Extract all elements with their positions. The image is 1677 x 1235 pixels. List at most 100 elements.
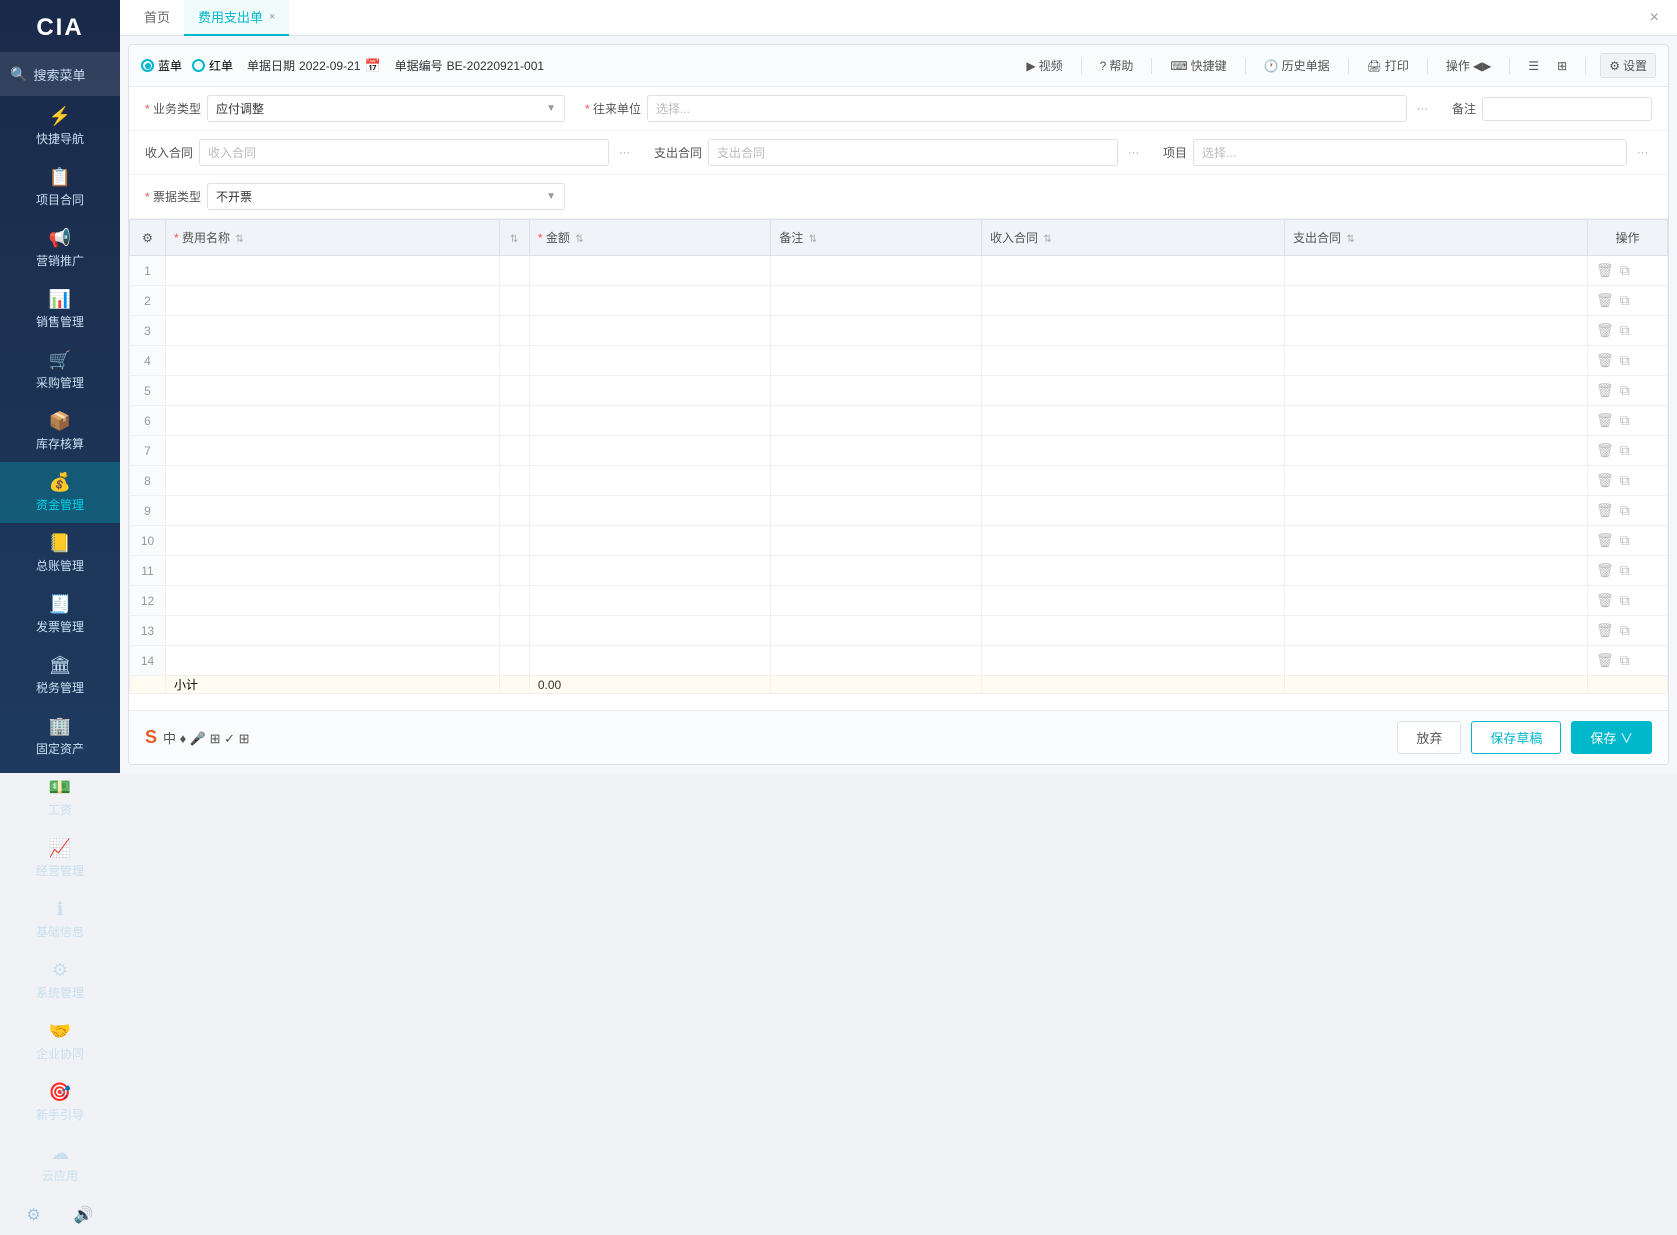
- cell-remark[interactable]: [771, 496, 982, 526]
- cell-expense-name[interactable]: [166, 616, 500, 646]
- sidebar-item-cloud[interactable]: ☁ 云应用: [0, 1133, 120, 1194]
- cell-amount[interactable]: [529, 556, 770, 586]
- sidebar-item-project-contract[interactable]: 📋 项目合同: [0, 157, 120, 218]
- remark-sort-icon[interactable]: ⇅: [809, 234, 817, 245]
- sidebar-item-capital[interactable]: 💰 资金管理: [0, 462, 120, 523]
- cell-expense-name[interactable]: [166, 436, 500, 466]
- copy-row-icon[interactable]: ⧉: [1620, 592, 1630, 609]
- sidebar-item-newbie[interactable]: 🎯 新手引导: [0, 1072, 120, 1133]
- th-settings[interactable]: ⚙: [130, 220, 166, 256]
- cell-remark[interactable]: [771, 376, 982, 406]
- copy-row-icon[interactable]: ⧉: [1620, 622, 1630, 639]
- discard-button[interactable]: 放弃: [1397, 721, 1461, 754]
- cell-amount[interactable]: [529, 616, 770, 646]
- copy-row-icon[interactable]: ⧉: [1620, 652, 1630, 669]
- history-btn[interactable]: 🕐 历史单据: [1260, 55, 1334, 76]
- actions-btn[interactable]: 操作 ◀▶: [1442, 55, 1495, 76]
- cell-expense-contract[interactable]: [1284, 316, 1587, 346]
- cell-income-contract[interactable]: [981, 346, 1284, 376]
- cell-amount[interactable]: [529, 346, 770, 376]
- copy-row-icon[interactable]: ⧉: [1620, 442, 1630, 459]
- cell-expense-contract[interactable]: [1284, 436, 1587, 466]
- cell-income-contract[interactable]: [981, 496, 1284, 526]
- cell-expense-contract[interactable]: [1284, 646, 1587, 676]
- delete-row-icon[interactable]: 🗑: [1596, 292, 1614, 309]
- cell-expense-name[interactable]: [166, 286, 500, 316]
- sidebar-item-salary[interactable]: 💵 工资: [0, 767, 120, 828]
- view-toggle-grid[interactable]: ⊞: [1553, 57, 1571, 75]
- copy-row-icon[interactable]: ⧉: [1620, 292, 1630, 309]
- cell-remark[interactable]: [771, 556, 982, 586]
- cell-amount[interactable]: [529, 286, 770, 316]
- cell-expense-name[interactable]: [166, 376, 500, 406]
- cell-remark[interactable]: [771, 646, 982, 676]
- view-toggle-list[interactable]: ☰: [1524, 57, 1543, 75]
- tab-expense[interactable]: 费用支出单 ×: [184, 0, 289, 36]
- window-close-button[interactable]: ×: [1642, 7, 1667, 29]
- cell-income-contract[interactable]: [981, 646, 1284, 676]
- delete-row-icon[interactable]: 🗑: [1596, 382, 1614, 399]
- delete-row-icon[interactable]: 🗑: [1596, 532, 1614, 549]
- copy-row-icon[interactable]: ⧉: [1620, 472, 1630, 489]
- income-contract-sort-icon[interactable]: ⇅: [1043, 234, 1051, 245]
- sidebar-item-accounting[interactable]: 📒 总账管理: [0, 523, 120, 584]
- remark-input[interactable]: [1482, 97, 1652, 121]
- cell-income-contract[interactable]: [981, 556, 1284, 586]
- print-btn[interactable]: 🖨 打印: [1363, 55, 1413, 76]
- sidebar-item-basic-info[interactable]: ℹ 基础信息: [0, 889, 120, 950]
- cell-remark[interactable]: [771, 406, 982, 436]
- cell-expense-contract[interactable]: [1284, 406, 1587, 436]
- cell-remark[interactable]: [771, 256, 982, 286]
- partner-more-icon[interactable]: ···: [1413, 103, 1432, 115]
- cell-income-contract[interactable]: [981, 616, 1284, 646]
- copy-row-icon[interactable]: ⧉: [1620, 352, 1630, 369]
- business-type-select[interactable]: 应付调整 ▼: [207, 95, 565, 122]
- cell-remark[interactable]: [771, 316, 982, 346]
- cell-income-contract[interactable]: [981, 406, 1284, 436]
- cell-amount[interactable]: [529, 526, 770, 556]
- tab-close-icon[interactable]: ×: [269, 11, 275, 23]
- cell-amount[interactable]: [529, 646, 770, 676]
- radio-red[interactable]: 红单: [192, 57, 233, 74]
- cell-amount[interactable]: [529, 406, 770, 436]
- sidebar-item-invoice[interactable]: 🧾 发票管理: [0, 584, 120, 645]
- cell-income-contract[interactable]: [981, 586, 1284, 616]
- cell-income-contract[interactable]: [981, 526, 1284, 556]
- expense-contract-select[interactable]: 支出合同: [708, 139, 1118, 166]
- cell-amount[interactable]: [529, 466, 770, 496]
- sidebar-search[interactable]: 🔍 搜索菜单: [0, 53, 120, 96]
- cell-expense-name[interactable]: [166, 316, 500, 346]
- cell-expense-contract[interactable]: [1284, 376, 1587, 406]
- sidebar-item-fixed-assets[interactable]: 🏢 固定资产: [0, 706, 120, 767]
- copy-row-icon[interactable]: ⧉: [1620, 382, 1630, 399]
- cell-remark[interactable]: [771, 586, 982, 616]
- copy-row-icon[interactable]: ⧉: [1620, 322, 1630, 339]
- cell-expense-contract[interactable]: [1284, 556, 1587, 586]
- project-select[interactable]: 选择...: [1193, 139, 1627, 166]
- settings-bottom-icon[interactable]: ⚙: [26, 1205, 40, 1225]
- delete-row-icon[interactable]: 🗑: [1596, 502, 1614, 519]
- cell-expense-contract[interactable]: [1284, 346, 1587, 376]
- cell-amount[interactable]: [529, 316, 770, 346]
- copy-row-icon[interactable]: ⧉: [1620, 262, 1630, 279]
- save-draft-button[interactable]: 保存草稿: [1471, 721, 1561, 754]
- income-contract-more-icon[interactable]: ···: [615, 147, 634, 159]
- income-contract-select[interactable]: 收入合同: [199, 139, 609, 166]
- cell-amount[interactable]: [529, 496, 770, 526]
- amount-sort-icon[interactable]: ⇅: [575, 234, 583, 245]
- cell-remark[interactable]: [771, 346, 982, 376]
- cell-expense-contract[interactable]: [1284, 616, 1587, 646]
- video-btn[interactable]: ▶ 视频: [1022, 55, 1066, 76]
- cell-expense-contract[interactable]: [1284, 496, 1587, 526]
- project-more-icon[interactable]: ···: [1633, 147, 1652, 159]
- partner-select[interactable]: 选择...: [647, 95, 1407, 122]
- cell-remark[interactable]: [771, 526, 982, 556]
- cell-expense-name[interactable]: [166, 496, 500, 526]
- cell-expense-contract[interactable]: [1284, 466, 1587, 496]
- cell-expense-name[interactable]: [166, 556, 500, 586]
- delete-row-icon[interactable]: 🗑: [1596, 262, 1614, 279]
- sidebar-item-marketing[interactable]: 📢 营销推广: [0, 218, 120, 279]
- delete-row-icon[interactable]: 🗑: [1596, 652, 1614, 669]
- delete-row-icon[interactable]: 🗑: [1596, 562, 1614, 579]
- shortcut-btn[interactable]: ⌨ 快捷键: [1166, 55, 1230, 76]
